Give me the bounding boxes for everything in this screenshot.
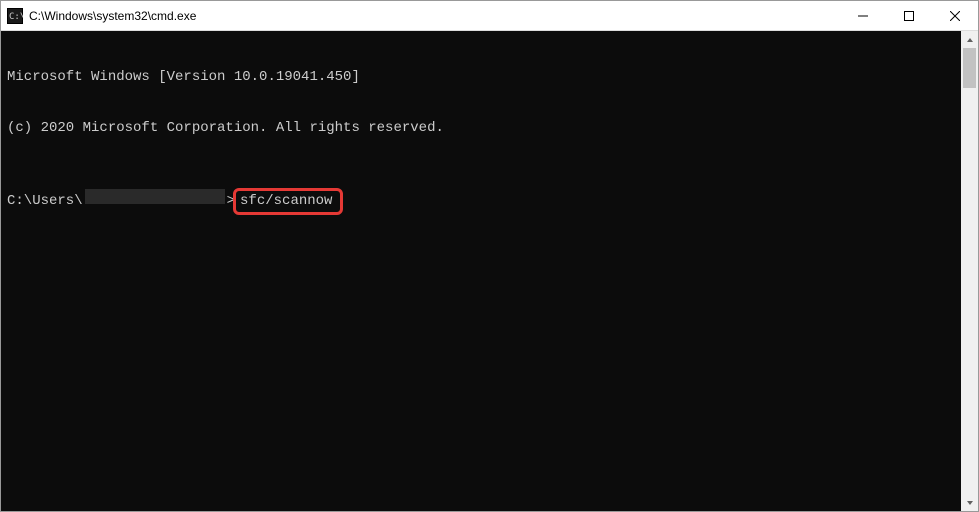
scroll-track[interactable]	[961, 48, 978, 494]
minimize-button[interactable]	[840, 1, 886, 30]
command-highlight: sfc/scannow	[233, 188, 343, 215]
command-text: sfc/scannow	[240, 193, 332, 209]
terminal-header-line: Microsoft Windows [Version 10.0.19041.45…	[7, 69, 972, 86]
scroll-down-button[interactable]	[961, 494, 978, 511]
cmd-window: C:\ C:\Windows\system32\cmd.exe Microsof…	[0, 0, 979, 512]
cmd-icon: C:\	[7, 8, 23, 24]
window-controls	[840, 1, 978, 30]
titlebar[interactable]: C:\ C:\Windows\system32\cmd.exe	[1, 1, 978, 31]
prompt-path: C:\Users\	[7, 193, 83, 210]
prompt-line: C:\Users\>sfc/scannow	[7, 188, 972, 215]
close-button[interactable]	[932, 1, 978, 30]
terminal-area[interactable]: Microsoft Windows [Version 10.0.19041.45…	[1, 31, 978, 511]
maximize-button[interactable]	[886, 1, 932, 30]
window-title: C:\Windows\system32\cmd.exe	[29, 9, 840, 23]
terminal-content: Microsoft Windows [Version 10.0.19041.45…	[1, 31, 978, 253]
scroll-thumb[interactable]	[963, 48, 976, 88]
redacted-username	[85, 189, 225, 204]
terminal-copyright-line: (c) 2020 Microsoft Corporation. All righ…	[7, 120, 972, 137]
scroll-up-button[interactable]	[961, 31, 978, 48]
vertical-scrollbar[interactable]	[961, 31, 978, 511]
svg-text:C:\: C:\	[9, 12, 23, 22]
